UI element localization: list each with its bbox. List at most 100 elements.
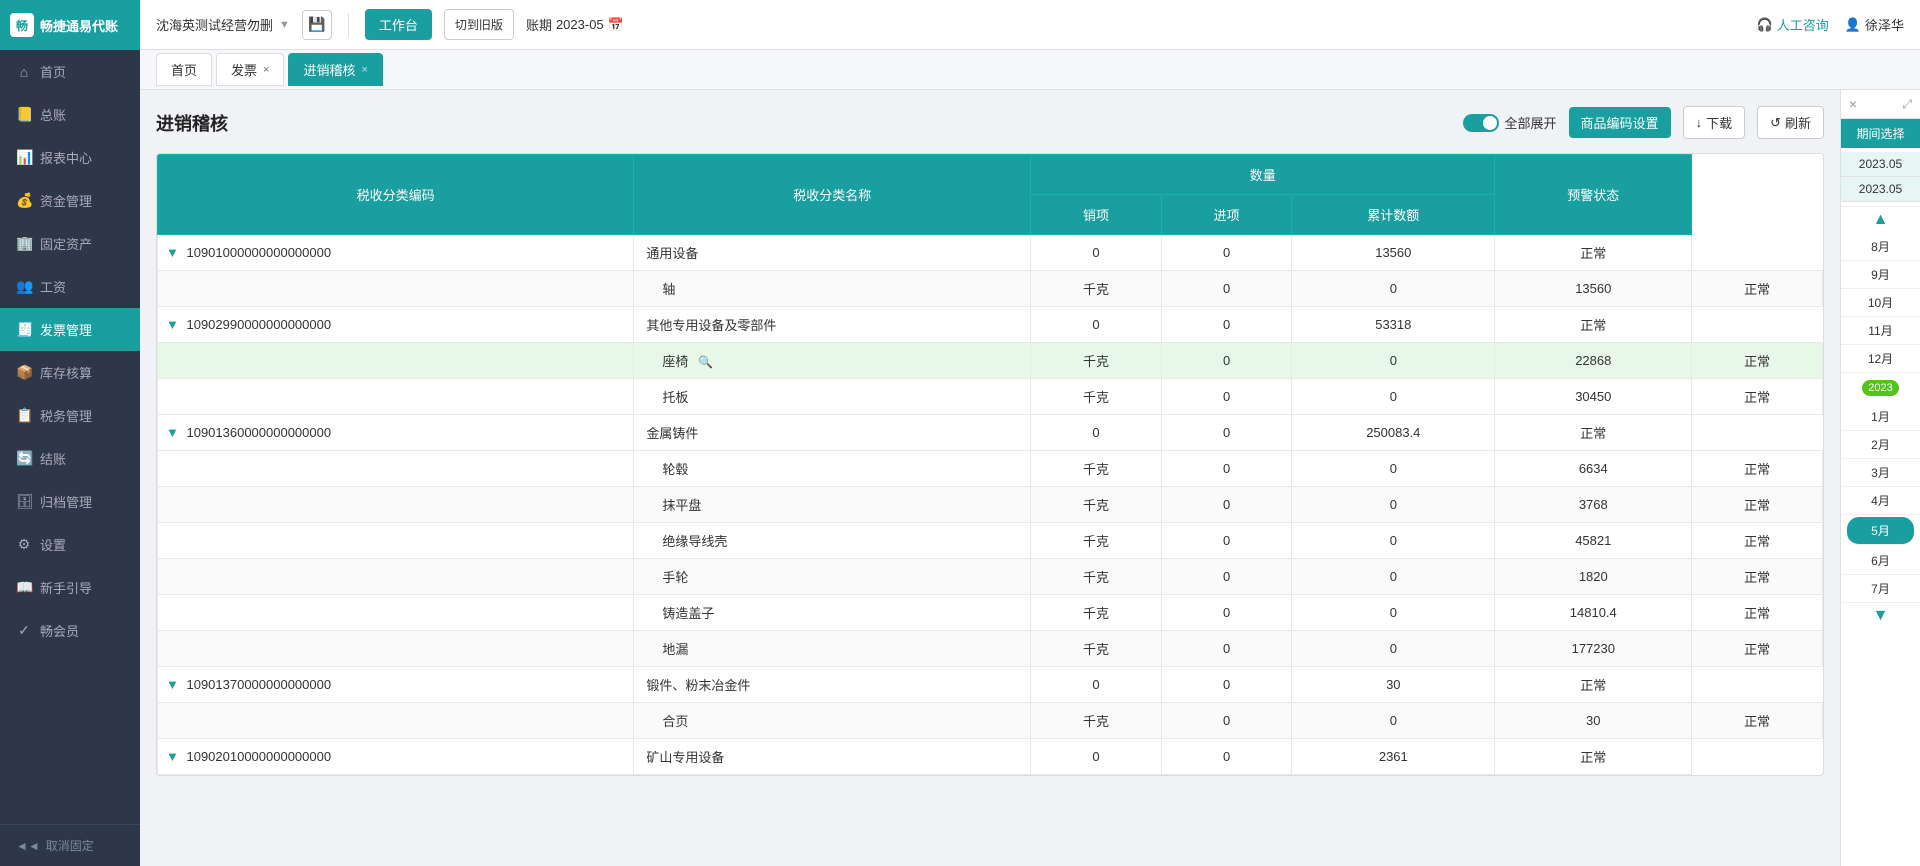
data-table: 税收分类编码 税收分类名称 数量 预警状态 销项 进项 累计数额 <box>157 154 1823 775</box>
cell-code <box>158 271 634 307</box>
sidebar-item-ledger[interactable]: 📒 总账 <box>0 93 140 136</box>
tab-home[interactable]: 首页 <box>156 53 212 86</box>
cell-sales: 0 <box>1161 451 1292 487</box>
col-cumulative: 累计数额 <box>1292 195 1495 235</box>
cell-sales: 0 <box>1161 631 1292 667</box>
year-badge-2023: 2023 <box>1862 380 1898 396</box>
period-month-12[interactable]: 12月 <box>1841 345 1920 373</box>
sidebar-item-home[interactable]: ⌂ 首页 <box>0 50 140 93</box>
cell-code <box>158 523 634 559</box>
period-month-8[interactable]: 8月 <box>1841 233 1920 261</box>
sidebar-item-inventory[interactable]: 📦 库存核算 <box>0 351 140 394</box>
sidebar-item-invoice[interactable]: 🧾 发票管理 <box>0 308 140 351</box>
expand-toggle[interactable]: 全部展开 <box>1463 113 1557 132</box>
cell-status: 正常 <box>1692 523 1823 559</box>
download-button[interactable]: ↓ 下载 <box>1683 106 1746 139</box>
toggle-track[interactable] <box>1463 114 1499 132</box>
page-title-row: 进销稽核 全部展开 商品编码设置 ↓ 下载 ↺ 刷 <box>156 106 1824 139</box>
cell-name: 合页 <box>634 703 1031 739</box>
tab-invoice[interactable]: 发票 × <box>216 53 284 86</box>
refresh-button[interactable]: ↺ 刷新 <box>1757 106 1824 139</box>
user-avatar-icon: 👤 <box>1845 17 1861 33</box>
expand-icon[interactable]: ▼ <box>166 425 179 440</box>
cell-unit: 千克 <box>1031 595 1162 631</box>
tab-invoice-close[interactable]: × <box>263 64 269 76</box>
sidebar-item-label: 税务管理 <box>40 406 92 425</box>
cell-name: 座椅 🔍 <box>634 343 1031 379</box>
save-button[interactable]: 💾 <box>302 10 332 40</box>
period-month-7[interactable]: 7月 <box>1841 575 1920 603</box>
panel-close-button[interactable]: × <box>1843 94 1863 114</box>
cell-code <box>158 703 634 739</box>
period-month-3[interactable]: 3月 <box>1841 459 1920 487</box>
cell-unit: 千克 <box>1031 271 1162 307</box>
cell-purchase: 0 <box>1292 379 1495 415</box>
sidebar-item-member[interactable]: ✓ 畅会员 <box>0 609 140 652</box>
expand-icon[interactable]: ▼ <box>166 245 179 260</box>
cell-status: 正常 <box>1495 415 1692 451</box>
sidebar-item-label: 设置 <box>40 535 66 554</box>
sidebar-item-tax[interactable]: 📋 税务管理 <box>0 394 140 437</box>
download-icon: ↓ <box>1696 115 1703 130</box>
cell-code <box>158 451 634 487</box>
cell-status: 正常 <box>1495 739 1692 775</box>
sidebar-item-guide[interactable]: 📖 新手引导 <box>0 566 140 609</box>
unpin-label: 取消固定 <box>46 837 94 854</box>
tab-reconcile[interactable]: 进销稽核 × <box>288 53 382 86</box>
search-icon[interactable]: 🔍 <box>698 355 713 369</box>
user-name: 徐泽华 <box>1865 15 1904 34</box>
sidebar-item-label: 固定资产 <box>40 234 92 253</box>
cell-code <box>158 379 634 415</box>
tab-reconcile-label: 进销稽核 <box>303 60 355 79</box>
tax-icon: 📋 <box>16 407 32 424</box>
expand-icon[interactable]: ▼ <box>166 749 179 764</box>
tab-reconcile-close[interactable]: × <box>361 64 367 76</box>
topbar-right: 🎧 人工咨询 👤 徐泽华 <box>1757 15 1904 34</box>
cell-sales: 0 <box>1031 415 1162 451</box>
expand-icon[interactable]: ▼ <box>166 677 179 692</box>
divider <box>348 13 349 37</box>
period-month-9[interactable]: 9月 <box>1841 261 1920 289</box>
period-month-1[interactable]: 1月 <box>1841 403 1920 431</box>
cell-code <box>158 631 634 667</box>
period-month-5[interactable]: 5月 <box>1847 517 1914 545</box>
sidebar-item-funds[interactable]: 💰 资金管理 <box>0 179 140 222</box>
sidebar-item-payroll[interactable]: 👥 工资 <box>0 265 140 308</box>
sidebar-item-settle[interactable]: 🔄 结账 <box>0 437 140 480</box>
refresh-icon: ↺ <box>1770 115 1781 131</box>
consult-button[interactable]: 🎧 人工咨询 <box>1757 15 1829 34</box>
workspace-button[interactable]: 工作台 <box>365 9 432 40</box>
user-menu[interactable]: 👤 徐泽华 <box>1845 15 1904 34</box>
tab-home-label: 首页 <box>171 60 197 79</box>
period-month-6[interactable]: 6月 <box>1841 547 1920 575</box>
cell-cumulative: 30450 <box>1495 379 1692 415</box>
period-month-2[interactable]: 2月 <box>1841 431 1920 459</box>
cell-name: 铸造盖子 <box>634 595 1031 631</box>
cell-purchase: 0 <box>1161 739 1292 775</box>
panel-expand-button[interactable]: ⤢ <box>1896 95 1918 114</box>
expand-icon[interactable]: ▼ <box>166 317 179 332</box>
product-code-button[interactable]: 商品编码设置 <box>1569 107 1671 138</box>
sidebar-item-settings[interactable]: ⚙ 设置 <box>0 523 140 566</box>
sidebar-item-archive[interactable]: 🗄 归档管理 <box>0 480 140 523</box>
cell-name: 通用设备 <box>634 235 1031 271</box>
period-scroll-up[interactable]: ▲ <box>1841 207 1920 233</box>
cell-cumulative: 53318 <box>1292 307 1495 343</box>
inventory-icon: 📦 <box>16 364 32 381</box>
calendar-icon[interactable]: 📅 <box>608 17 624 33</box>
sidebar-unpin[interactable]: ◄◄ 取消固定 <box>0 824 140 866</box>
switch-version-button[interactable]: 切到旧版 <box>444 9 514 40</box>
period-scroll-down[interactable]: ▼ <box>1841 603 1920 629</box>
refresh-label: 刷新 <box>1785 113 1811 132</box>
payroll-icon: 👥 <box>16 278 32 295</box>
period-panel-title: 期间选择 <box>1856 125 1904 142</box>
period-month-10[interactable]: 10月 <box>1841 289 1920 317</box>
period-month-11[interactable]: 11月 <box>1841 317 1920 345</box>
member-icon: ✓ <box>16 622 32 639</box>
table-row: ▼ 10902990000000000000 其他专用设备及零部件 0 0 53… <box>158 307 1823 343</box>
period-month-4[interactable]: 4月 <box>1841 487 1920 515</box>
sidebar-item-reports[interactable]: 📊 报表中心 <box>0 136 140 179</box>
sidebar-item-assets[interactable]: 🏢 固定资产 <box>0 222 140 265</box>
toolbar-right: 全部展开 商品编码设置 ↓ 下载 ↺ 刷新 <box>1463 106 1824 139</box>
company-selector[interactable]: 沈海英测试经营勿删 ▼ <box>156 15 290 34</box>
